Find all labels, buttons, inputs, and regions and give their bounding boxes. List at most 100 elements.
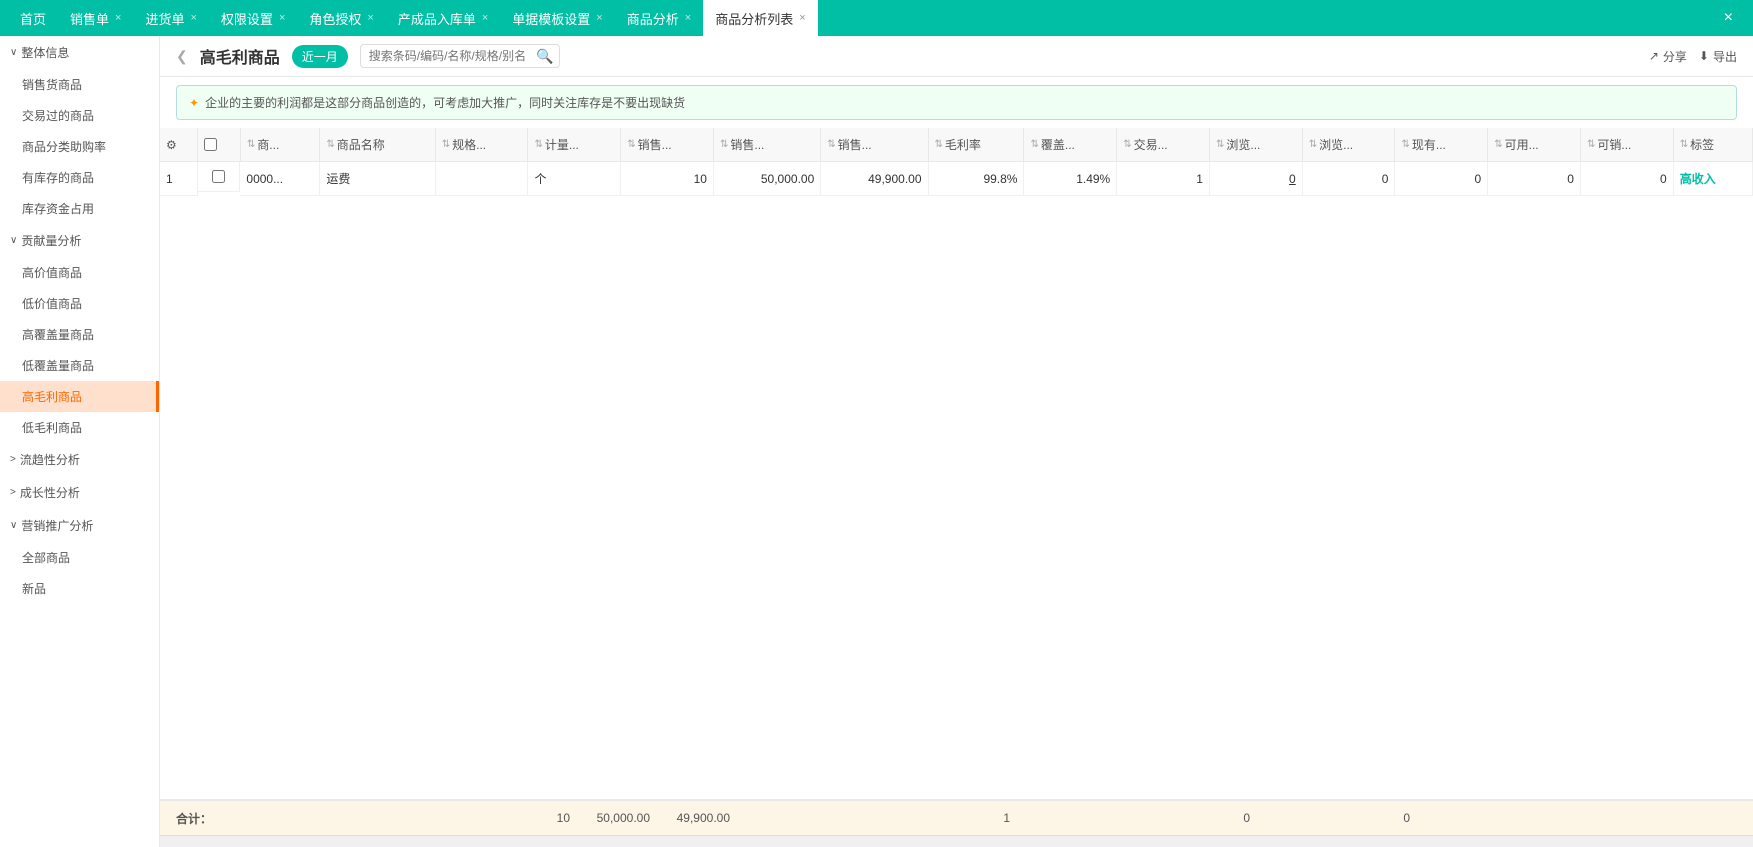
nav-item-商品分析[interactable]: 商品分析×	[615, 0, 703, 36]
sidebar-item-高价值商品[interactable]: 高价值商品	[0, 257, 159, 288]
col-header-sales_count[interactable]: ⇅销售...	[621, 128, 714, 162]
col-header-code[interactable]: ⇅商...	[240, 128, 319, 162]
col-header-current_stock[interactable]: ⇅现有...	[1395, 128, 1488, 162]
nav-close-单据模板设置[interactable]: ×	[596, 12, 602, 24]
nav-close-进货单[interactable]: ×	[190, 12, 196, 24]
footer-sales-profit: 49,900.00	[656, 811, 736, 825]
sidebar-item-有库存的商品[interactable]: 有库存的商品	[0, 162, 159, 193]
page-title: 高毛利商品	[200, 44, 280, 68]
nav-close-角色授权[interactable]: ×	[367, 12, 373, 24]
sidebar-item-销售货商品[interactable]: 销售货商品	[0, 69, 159, 100]
window-close-button[interactable]: ×	[1712, 9, 1745, 27]
col-header-transaction[interactable]: ⇅交易...	[1117, 128, 1210, 162]
sidebar-item-低毛利商品[interactable]: 低毛利商品	[0, 412, 159, 443]
col-header-checkbox[interactable]	[198, 128, 241, 162]
col-header-name[interactable]: ⇅商品名称	[320, 128, 435, 162]
col-header-spec[interactable]: ⇅规格...	[435, 128, 528, 162]
row-checkbox[interactable]	[212, 170, 225, 183]
sort-icon-sales_profit: ⇅	[827, 139, 835, 150]
share-icon: ↗	[1649, 49, 1659, 63]
sort-icon-coverage: ⇅	[1030, 139, 1038, 150]
nav-close-商品分析列表[interactable]: ×	[799, 12, 805, 24]
nav-close-销售单[interactable]: ×	[115, 12, 121, 24]
sidebar-item-高毛利商品[interactable]: 高毛利商品	[0, 381, 159, 412]
sort-icon-available: ⇅	[1494, 139, 1502, 150]
select-all-checkbox[interactable]	[204, 138, 217, 151]
nav-close-产成品入库单[interactable]: ×	[482, 12, 488, 24]
export-icon: ⬇	[1699, 49, 1709, 63]
nav-item-权限设置[interactable]: 权限设置×	[209, 0, 297, 36]
sidebar-item-交易过的商品[interactable]: 交易过的商品	[0, 100, 159, 131]
data-table-container: ⚙⇅商...⇅商品名称⇅规格...⇅计量...⇅销售...⇅销售...⇅销售..…	[160, 128, 1753, 799]
nav-close-权限设置[interactable]: ×	[279, 12, 285, 24]
nav-item-角色授权[interactable]: 角色授权×	[297, 0, 385, 36]
cell-browse2: 0	[1302, 162, 1395, 196]
search-input[interactable]	[360, 44, 560, 68]
col-header-sales_profit[interactable]: ⇅销售...	[821, 128, 928, 162]
sidebar-collapse-button[interactable]: ❮	[176, 48, 188, 65]
horizontal-scrollbar[interactable]	[160, 835, 1753, 847]
info-banner: ✦ 企业的主要的利润都是这部分商品创造的，可考虑加大推广，同时关注库存是不要出现…	[176, 85, 1737, 120]
col-header-tag[interactable]: ⇅标签	[1673, 128, 1752, 162]
footer-empty2	[736, 811, 936, 825]
footer-transaction: 1	[936, 811, 1016, 825]
export-button[interactable]: ⬇ 导出	[1699, 48, 1737, 65]
sidebar-item-库存资金占用[interactable]: 库存资金占用	[0, 193, 159, 224]
col-header-browse1[interactable]: ⇅浏览...	[1209, 128, 1302, 162]
footer-available	[1256, 811, 1336, 825]
col-header-coverage[interactable]: ⇅覆盖...	[1024, 128, 1117, 162]
sidebar-section-营销推广分析[interactable]: ∨营销推广分析	[0, 509, 159, 542]
nav-item-单据模板设置[interactable]: 单据模板设置×	[500, 0, 614, 36]
sidebar-item-商品分类助购率[interactable]: 商品分类助购率	[0, 131, 159, 162]
content-header: ❮ 高毛利商品 近一月 🔍 ↗ 分享 ⬇ 导出	[160, 36, 1753, 77]
cell-sales_count: 10	[621, 162, 714, 196]
sidebar-section-流趋性分析[interactable]: >流趋性分析	[0, 443, 159, 476]
col-header-sellable[interactable]: ⇅可销...	[1580, 128, 1673, 162]
sort-icon-name: ⇅	[326, 139, 334, 150]
col-header-gross_margin[interactable]: ⇅毛利率	[928, 128, 1024, 162]
nav-item-商品分析列表[interactable]: 商品分析列表×	[703, 0, 817, 36]
sidebar-arrow-icon: >	[10, 454, 16, 465]
cell-transaction: 1	[1117, 162, 1210, 196]
sort-icon-unit: ⇅	[534, 139, 542, 150]
sidebar-item-全部商品[interactable]: 全部商品	[0, 542, 159, 573]
col-header-settings[interactable]: ⚙	[160, 128, 198, 162]
col-header-sales_amount[interactable]: ⇅销售...	[713, 128, 820, 162]
time-filter-button[interactable]: 近一月	[292, 45, 348, 68]
footer-empty3	[1016, 811, 1176, 825]
sidebar-section-成长性分析[interactable]: >成长性分析	[0, 476, 159, 509]
sidebar-arrow-icon: ∨	[10, 47, 17, 58]
sidebar-section-贡献量分析[interactable]: ∨贡献量分析	[0, 224, 159, 257]
nav-item-首页[interactable]: 首页	[8, 0, 58, 36]
sidebar-item-低覆盖量商品[interactable]: 低覆盖量商品	[0, 350, 159, 381]
sidebar-arrow-icon: ∨	[10, 520, 17, 531]
col-header-available[interactable]: ⇅可用...	[1488, 128, 1581, 162]
cell-coverage: 1.49%	[1024, 162, 1117, 196]
nav-item-进货单[interactable]: 进货单×	[133, 0, 208, 36]
sidebar-item-高覆盖量商品[interactable]: 高覆盖量商品	[0, 319, 159, 350]
share-button[interactable]: ↗ 分享	[1649, 48, 1687, 65]
cell-tag: 高收入	[1673, 162, 1752, 196]
sidebar: ∨整体信息销售货商品交易过的商品商品分类助购率有库存的商品库存资金占用∨贡献量分…	[0, 36, 160, 847]
search-icon[interactable]: 🔍	[536, 48, 553, 65]
settings-icon[interactable]: ⚙	[166, 138, 177, 152]
main-layout: ∨整体信息销售货商品交易过的商品商品分类助购率有库存的商品库存资金占用∨贡献量分…	[0, 36, 1753, 847]
sidebar-section-整体信息[interactable]: ∨整体信息	[0, 36, 159, 69]
data-table: ⚙⇅商...⇅商品名称⇅规格...⇅计量...⇅销售...⇅销售...⇅销售..…	[160, 128, 1753, 196]
sidebar-arrow-icon: >	[10, 487, 16, 498]
footer-sales-amount: 50,000.00	[576, 811, 656, 825]
sidebar-item-低价值商品[interactable]: 低价值商品	[0, 288, 159, 319]
footer-sales-count: 10	[496, 811, 576, 825]
cell-current_stock: 0	[1395, 162, 1488, 196]
nav-item-产成品入库单[interactable]: 产成品入库单×	[386, 0, 500, 36]
nav-item-销售单[interactable]: 销售单×	[58, 0, 133, 36]
sort-icon-browse1: ⇅	[1216, 139, 1224, 150]
search-wrapper: 🔍	[360, 44, 560, 68]
table-row: 10000...运费个1050,000.0049,900.0099.8%1.49…	[160, 162, 1753, 196]
col-header-unit[interactable]: ⇅计量...	[528, 128, 621, 162]
sidebar-item-新品[interactable]: 新品	[0, 573, 159, 604]
nav-close-商品分析[interactable]: ×	[685, 12, 691, 24]
cell-name: 运费	[320, 162, 435, 196]
footer-label: 合计：	[176, 810, 296, 827]
col-header-browse2[interactable]: ⇅浏览...	[1302, 128, 1395, 162]
